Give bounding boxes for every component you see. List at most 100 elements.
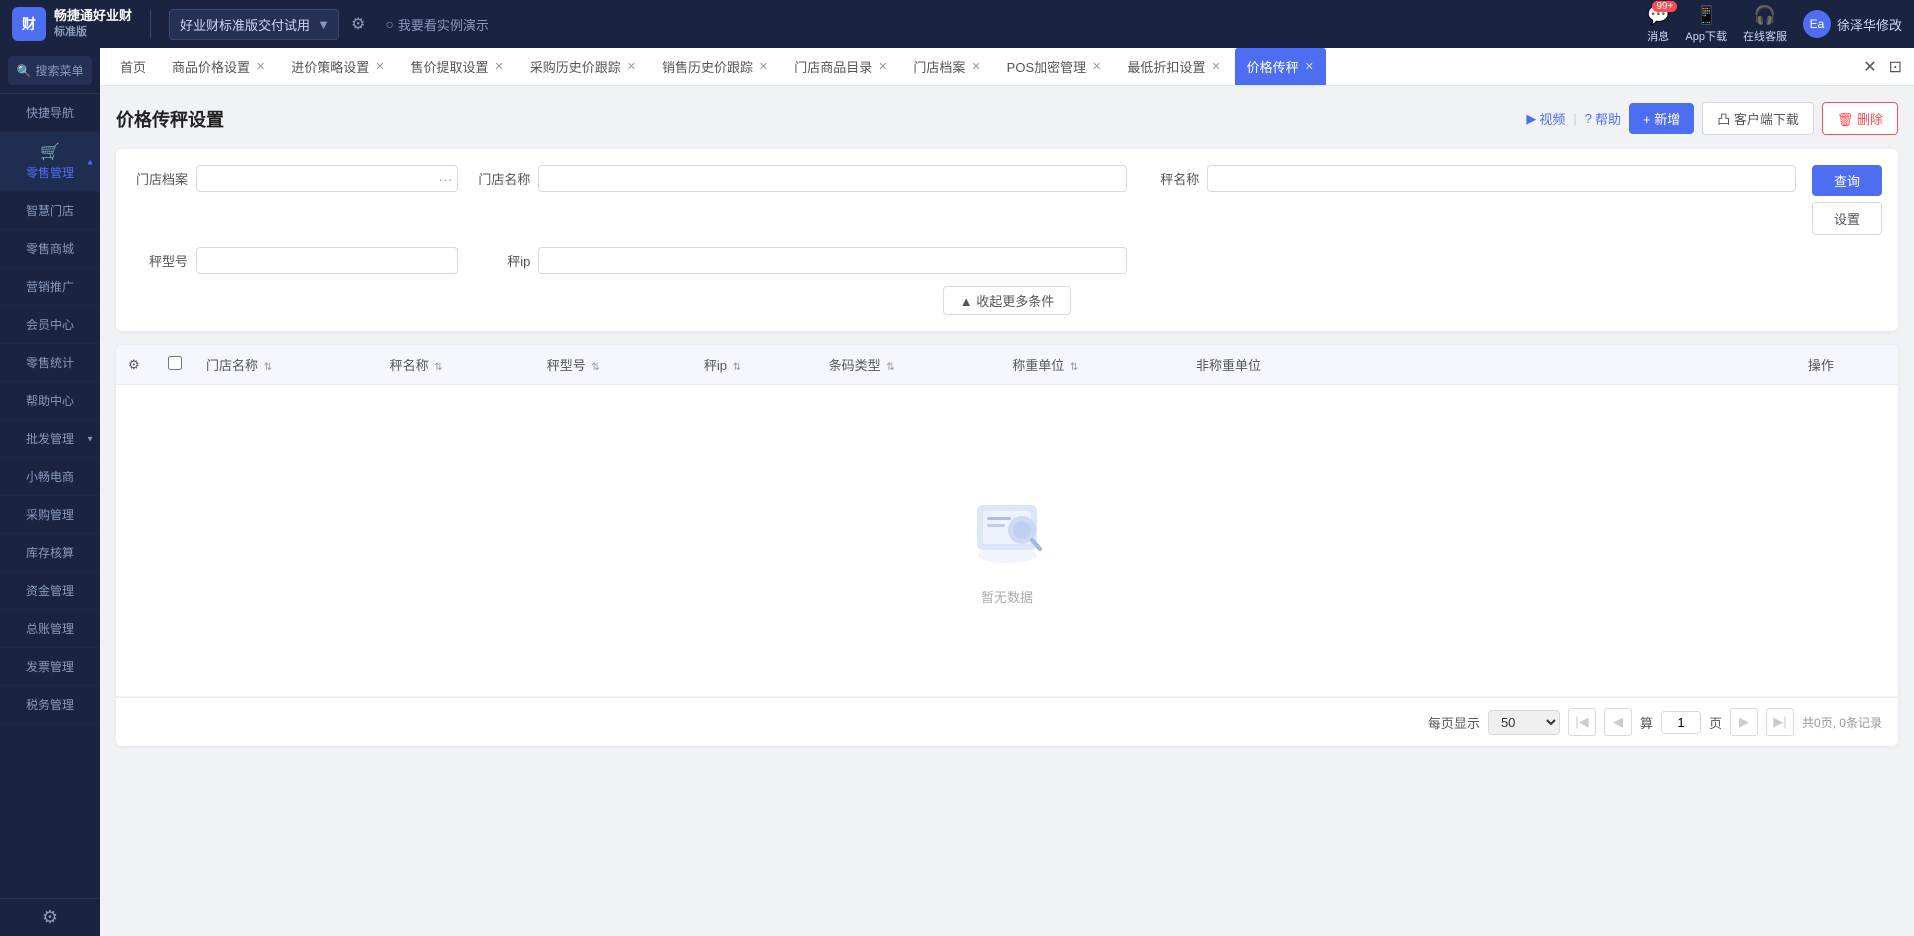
tab-sale-price[interactable]: 售价提取设置 ✕: [398, 48, 515, 86]
th-check: [156, 345, 194, 385]
sidebar-item-retail-mgmt[interactable]: 🛒 零售管理 ▲: [0, 132, 100, 192]
set-button[interactable]: 设置: [1812, 202, 1882, 235]
headset-icon: 🎧: [1754, 5, 1776, 26]
scale-ip-input[interactable]: [538, 247, 1127, 274]
sidebar-item-marketing[interactable]: 营销推广: [0, 268, 100, 306]
tab-goods-price[interactable]: 商品价格设置 ✕: [160, 48, 277, 86]
filter-field-store-file: 门店档案 ···: [132, 165, 458, 192]
last-page-button[interactable]: ▶|: [1766, 708, 1794, 736]
sidebar-bottom: ⚙: [0, 898, 100, 936]
sidebar-item-smart-store[interactable]: 智慧门店: [0, 192, 100, 230]
sidebar-item-purchase-mgmt[interactable]: 采购管理: [0, 496, 100, 534]
sidebar-search-area: 🔍 搜索菜单: [0, 48, 100, 94]
select-all-checkbox[interactable]: [168, 356, 182, 370]
tab-close-icon[interactable]: ✕: [971, 60, 980, 73]
collapse-button[interactable]: ▲ 收起更多条件: [943, 286, 1071, 315]
filter-field-scale-ip: 秤ip: [474, 247, 1127, 274]
sidebar-item-wholesale-mgmt[interactable]: 批发管理 ▼: [0, 420, 100, 458]
table-header-row: ⚙ 门店名称 ⇅ 秤名称 ⇅: [116, 345, 1898, 385]
th-scale-name: 秤名称 ⇅: [378, 345, 535, 385]
sidebar-item-general-ledger[interactable]: 总账管理: [0, 610, 100, 648]
sidebar-item-member[interactable]: 会员中心: [0, 306, 100, 344]
collapse-arrow-icon: ▼: [86, 434, 94, 443]
sort-arrows-icon[interactable]: ⇅: [886, 362, 894, 373]
scale-name-input[interactable]: [1207, 165, 1796, 192]
tab-close-icon[interactable]: ✕: [1211, 60, 1220, 73]
sort-arrows-icon[interactable]: ⇅: [733, 362, 741, 373]
tab-close-icon[interactable]: ✕: [878, 60, 887, 73]
tab-close-icon[interactable]: ✕: [256, 60, 265, 73]
next-page-button[interactable]: ▶: [1730, 708, 1758, 736]
sidebar-item-quick-nav[interactable]: 快捷导航: [0, 94, 100, 132]
tab-close-window-button[interactable]: ✕: [1859, 55, 1880, 79]
sidebar: 🔍 搜索菜单 快捷导航 🛒 零售管理 ▲ 智慧门店 零售商城 营销推广 会员中心…: [0, 48, 100, 936]
tab-close-icon[interactable]: ✕: [627, 60, 636, 73]
sidebar-item-ecommerce[interactable]: 小畅电商: [0, 458, 100, 496]
demo-button[interactable]: ○ 我要看实例演示: [385, 15, 488, 34]
retail-mgmt-icon: 🛒: [40, 142, 60, 162]
add-button[interactable]: + 新增: [1629, 103, 1694, 134]
tab-price-scale[interactable]: 价格传秤 ✕: [1235, 48, 1326, 86]
expand-arrow-icon: ▲: [86, 157, 94, 166]
page-header-actions: ▶ 视频 | ? 帮助 + 新增 凸 客户端下载 🗑 删除: [1526, 102, 1898, 135]
divider-vertical: [150, 10, 151, 38]
online-service-button[interactable]: 🎧 在线客服: [1743, 5, 1787, 44]
tab-close-icon[interactable]: ✕: [1305, 60, 1314, 73]
page-number-input[interactable]: [1661, 711, 1701, 734]
sort-arrows-icon[interactable]: ⇅: [434, 362, 442, 373]
tab-close-icon[interactable]: ✕: [495, 60, 504, 73]
main-layout: 🔍 搜索菜单 快捷导航 🛒 零售管理 ▲ 智慧门店 零售商城 营销推广 会员中心…: [0, 48, 1914, 936]
sidebar-item-retail-stats[interactable]: 零售统计: [0, 344, 100, 382]
sidebar-item-invoice-mgmt[interactable]: 发票管理: [0, 648, 100, 686]
tab-close-icon[interactable]: ✕: [1092, 60, 1101, 73]
page-header: 价格传秤设置 ▶ 视频 | ? 帮助 + 新增 凸 客户端下载: [116, 102, 1898, 135]
first-page-button[interactable]: |◀: [1568, 708, 1596, 736]
tab-sales-history[interactable]: 销售历史价跟踪 ✕: [650, 48, 780, 86]
tab-maximize-button[interactable]: ⊡: [1885, 55, 1906, 79]
sidebar-item-tax-mgmt[interactable]: 税务管理: [0, 686, 100, 724]
sidebar-item-inventory[interactable]: 库存核算: [0, 534, 100, 572]
sidebar-item-help[interactable]: 帮助中心: [0, 382, 100, 420]
topbar-settings-button[interactable]: ⚙: [351, 14, 365, 34]
store-file-ellipsis-button[interactable]: ···: [438, 171, 452, 187]
delete-button[interactable]: 🗑 删除: [1822, 102, 1898, 135]
sort-arrows-icon[interactable]: ⇅: [1070, 362, 1078, 373]
sort-arrows-icon[interactable]: ⇅: [264, 362, 272, 373]
video-button[interactable]: ▶ 视频: [1526, 109, 1565, 128]
per-page-select[interactable]: 10 20 50 100: [1488, 710, 1560, 735]
tab-purchase-strategy[interactable]: 进价策略设置 ✕: [279, 48, 396, 86]
th-scale-model: 秤型号 ⇅: [535, 345, 692, 385]
th-barcode-type: 条码类型 ⇅: [817, 345, 1001, 385]
scale-model-input[interactable]: [196, 247, 458, 274]
settings-col-icon[interactable]: ⚙: [128, 357, 140, 372]
download-client-button[interactable]: 凸 客户端下载: [1702, 102, 1814, 135]
filter-row-1: 门店档案 ··· 门店名称 秤名称: [132, 165, 1882, 235]
tab-store-file[interactable]: 门店档案 ✕: [901, 48, 992, 86]
empty-state-cell: 暂无数据: [116, 385, 1898, 697]
store-file-input[interactable]: [196, 165, 458, 192]
sidebar-settings-button[interactable]: ⚙: [42, 907, 58, 928]
help-button[interactable]: ? 帮助: [1585, 109, 1621, 128]
tab-min-discount[interactable]: 最低折扣设置 ✕: [1115, 48, 1232, 86]
filter-row-2: 秤型号 秤ip: [132, 247, 1882, 274]
sidebar-item-finance-mgmt[interactable]: 资金管理: [0, 572, 100, 610]
sidebar-item-retail-mall[interactable]: 零售商城: [0, 230, 100, 268]
version-dropdown[interactable]: 好业财标准版交付试用 ▼: [169, 9, 339, 40]
store-name-input[interactable]: [538, 165, 1127, 192]
query-button[interactable]: 查询: [1812, 165, 1882, 196]
tab-store-catalog[interactable]: 门店商品目录 ✕: [782, 48, 899, 86]
app-download-button[interactable]: 📱 App下载: [1685, 5, 1727, 44]
tab-home[interactable]: 首页: [108, 48, 158, 86]
message-button[interactable]: 💬 消息 99+: [1647, 5, 1669, 44]
sort-arrows-icon[interactable]: ⇅: [591, 362, 599, 373]
search-menu-button[interactable]: 🔍 搜索菜单: [8, 56, 92, 85]
user-button[interactable]: Ea 徐泽华修改: [1803, 10, 1902, 38]
tab-close-icon[interactable]: ✕: [375, 60, 384, 73]
tab-purchase-history[interactable]: 采购历史价跟踪 ✕: [518, 48, 648, 86]
tab-pos-encryption[interactable]: POS加密管理 ✕: [995, 48, 1114, 86]
tab-close-icon[interactable]: ✕: [759, 60, 768, 73]
download-icon: 📱: [1695, 5, 1717, 26]
tab-bar: 首页 商品价格设置 ✕ 进价策略设置 ✕ 售价提取设置 ✕ 采购历史价跟踪 ✕ …: [100, 48, 1914, 86]
button-placeholder: [1812, 247, 1882, 274]
prev-page-button[interactable]: ◀: [1604, 708, 1632, 736]
